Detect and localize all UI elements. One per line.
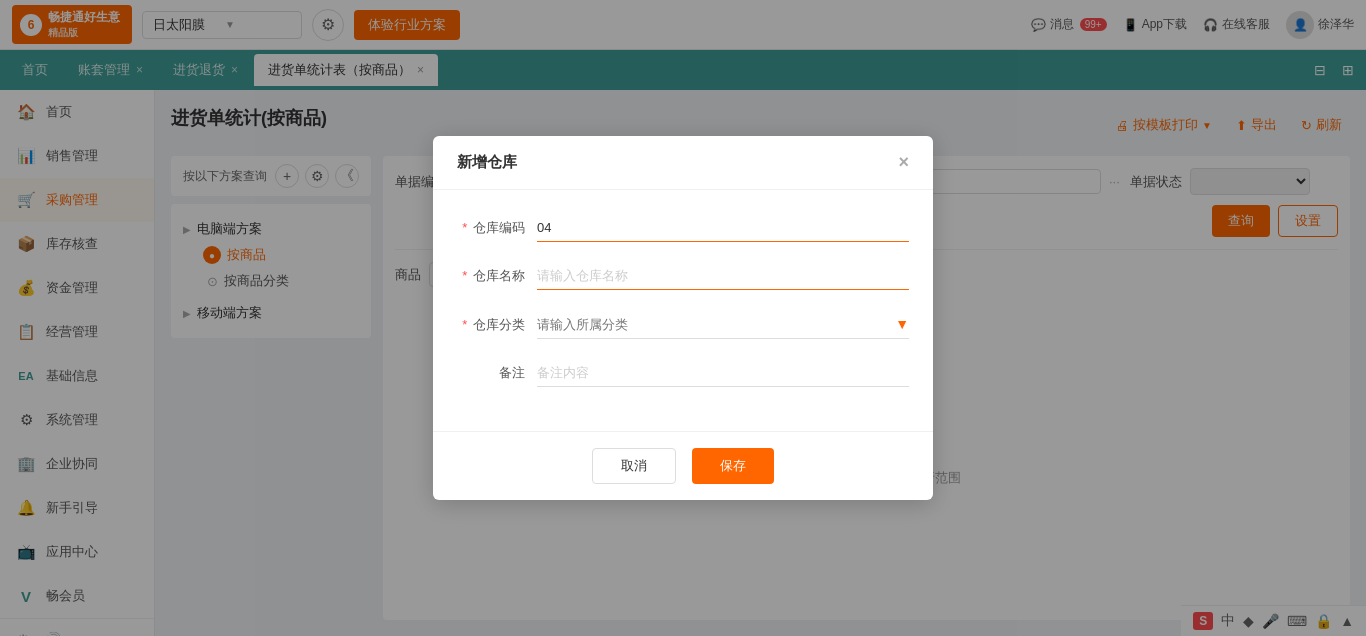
code-input[interactable] — [537, 214, 909, 242]
modal-close-button[interactable]: × — [898, 152, 909, 173]
modal-header: 新增仓库 × — [433, 136, 933, 190]
form-row-category: * 仓库分类 ▼ — [457, 310, 909, 339]
save-button[interactable]: 保存 — [692, 448, 774, 484]
note-input[interactable] — [537, 359, 909, 387]
modal-body: * 仓库编码 * 仓库名称 * 仓库分类 — [433, 190, 933, 431]
modal-overlay: 新增仓库 × * 仓库编码 * 仓库名称 — [0, 0, 1366, 636]
code-label: * 仓库编码 — [457, 219, 537, 237]
category-required: * — [462, 317, 467, 332]
form-row-code: * 仓库编码 — [457, 214, 909, 242]
name-input[interactable] — [537, 262, 909, 290]
category-select-row[interactable]: ▼ — [537, 310, 909, 339]
category-label: * 仓库分类 — [457, 316, 537, 334]
cancel-button[interactable]: 取消 — [592, 448, 676, 484]
name-required: * — [462, 268, 467, 283]
form-row-note: 备注 — [457, 359, 909, 387]
code-required: * — [462, 220, 467, 235]
modal-footer: 取消 保存 — [433, 431, 933, 500]
modal-title: 新增仓库 — [457, 153, 517, 172]
category-dropdown-arrow: ▼ — [895, 316, 909, 332]
name-label: * 仓库名称 — [457, 267, 537, 285]
note-label: 备注 — [457, 364, 537, 382]
category-input[interactable] — [537, 317, 895, 332]
form-row-name: * 仓库名称 — [457, 262, 909, 290]
modal-add-warehouse: 新增仓库 × * 仓库编码 * 仓库名称 — [433, 136, 933, 500]
